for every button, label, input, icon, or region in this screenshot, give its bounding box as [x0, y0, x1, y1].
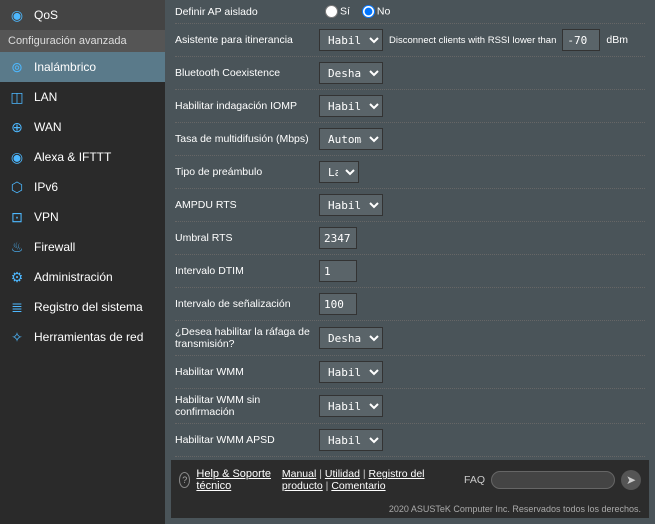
label-beacon: Intervalo de señalización	[175, 298, 319, 310]
label-preamble: Tipo de preámbulo	[175, 166, 319, 178]
manual-link[interactable]: Manual	[282, 468, 316, 480]
unit-dbm: dBm	[606, 34, 628, 46]
select-multicast[interactable]: Automático	[319, 128, 383, 150]
feedback-link[interactable]: Comentario	[331, 480, 385, 492]
sidebar-advanced-header: Configuración avanzada	[0, 30, 165, 52]
select-wmm-noack[interactable]: Habilitar	[319, 395, 383, 417]
label-rts-threshold: Umbral RTS	[175, 232, 319, 244]
sidebar-item-admin[interactable]: ⚙Administración	[0, 262, 165, 292]
input-rts[interactable]	[319, 227, 357, 249]
input-rssi[interactable]	[562, 29, 600, 51]
sidebar-item-firewall[interactable]: ♨Firewall	[0, 232, 165, 262]
globe-icon: ⊕	[8, 118, 26, 136]
gear-icon: ⚙	[8, 268, 26, 286]
help-icon: ?	[179, 472, 190, 488]
sidebar-item-syslog[interactable]: ≣Registro del sistema	[0, 292, 165, 322]
fire-icon: ♨	[8, 238, 26, 256]
input-dtim[interactable]	[319, 260, 357, 282]
select-bluetooth[interactable]: Deshabilitar	[319, 62, 383, 84]
label-tx-burst: ¿Desea habilitar la ráfaga de transmisió…	[175, 326, 319, 350]
faq-search-input[interactable]	[491, 471, 615, 489]
label-roaming: Asistente para itinerancia	[175, 34, 319, 46]
alexa-icon: ◉	[8, 148, 26, 166]
sidebar-item-alexa[interactable]: ◉Alexa & IFTTT	[0, 142, 165, 172]
label-wmm-apsd: Habilitar WMM APSD	[175, 434, 319, 446]
label-multicast: Tasa de multidifusión (Mbps)	[175, 133, 319, 145]
select-wmm-apsd[interactable]: Habilitar	[319, 429, 383, 451]
label-iomp: Habilitar indagación IOMP	[175, 100, 319, 112]
faq-label: FAQ	[464, 474, 485, 486]
main-panel: Definir AP aislado Sí No Asistente para i…	[165, 0, 655, 524]
vpn-icon: ⊡	[8, 208, 26, 226]
select-tx-burst[interactable]: Deshabilitar	[319, 327, 383, 349]
search-button[interactable]: ➤	[621, 470, 641, 490]
select-preamble[interactable]: Largo	[319, 161, 359, 183]
footer-bar: ? Help & Soporte técnico Manual | Utilid…	[171, 460, 649, 500]
sidebar-item-wan[interactable]: ⊕WAN	[0, 112, 165, 142]
sidebar: ◉QoS Configuración avanzada ⊚Inalámbrico…	[0, 0, 165, 524]
wifi-icon: ⊚	[8, 58, 26, 76]
label-ap-isolated: Definir AP aislado	[175, 6, 319, 18]
tools-icon: ✧	[8, 328, 26, 346]
ipv6-icon: ⬡	[8, 178, 26, 196]
lan-icon: ◫	[8, 88, 26, 106]
sidebar-item-vpn[interactable]: ⊡VPN	[0, 202, 165, 232]
sidebar-item-ipv6[interactable]: ⬡IPv6	[0, 172, 165, 202]
select-ampdu-rts[interactable]: Habilitar	[319, 194, 383, 216]
text-rssi: Disconnect clients with RSSI lower than	[389, 35, 556, 46]
sidebar-item-qos[interactable]: ◉QoS	[0, 0, 165, 30]
search-icon: ➤	[626, 473, 636, 487]
input-beacon[interactable]	[319, 293, 357, 315]
select-roaming[interactable]: Habilitar	[319, 29, 383, 51]
gauge-icon: ◉	[8, 6, 26, 24]
footer-links: Manual | Utilidad | Registro del product…	[282, 468, 454, 492]
select-wmm[interactable]: Habilitar	[319, 361, 383, 383]
label-ampdu-rts: AMPDU RTS	[175, 199, 319, 211]
label-wmm: Habilitar WMM	[175, 366, 319, 378]
sidebar-item-nettools[interactable]: ✧Herramientas de red	[0, 322, 165, 352]
label-dtim: Intervalo DTIM	[175, 265, 319, 277]
label-wmm-noack: Habilitar WMM sin confirmación	[175, 394, 319, 418]
help-support-link[interactable]: Help & Soporte técnico	[196, 468, 271, 492]
log-icon: ≣	[8, 298, 26, 316]
copyright-text: 2020 ASUSTeK Computer Inc. Reservados to…	[171, 500, 649, 518]
settings-form: Definir AP aislado Sí No Asistente para i…	[171, 0, 649, 460]
select-iomp[interactable]: Habilitar	[319, 95, 383, 117]
sidebar-item-lan[interactable]: ◫LAN	[0, 82, 165, 112]
sidebar-item-wireless[interactable]: ⊚Inalámbrico	[0, 52, 165, 82]
utility-link[interactable]: Utilidad	[325, 468, 360, 480]
radio-no[interactable]: No	[356, 5, 390, 18]
label-bluetooth: Bluetooth Coexistence	[175, 67, 319, 79]
radio-si[interactable]: Sí	[319, 5, 350, 18]
